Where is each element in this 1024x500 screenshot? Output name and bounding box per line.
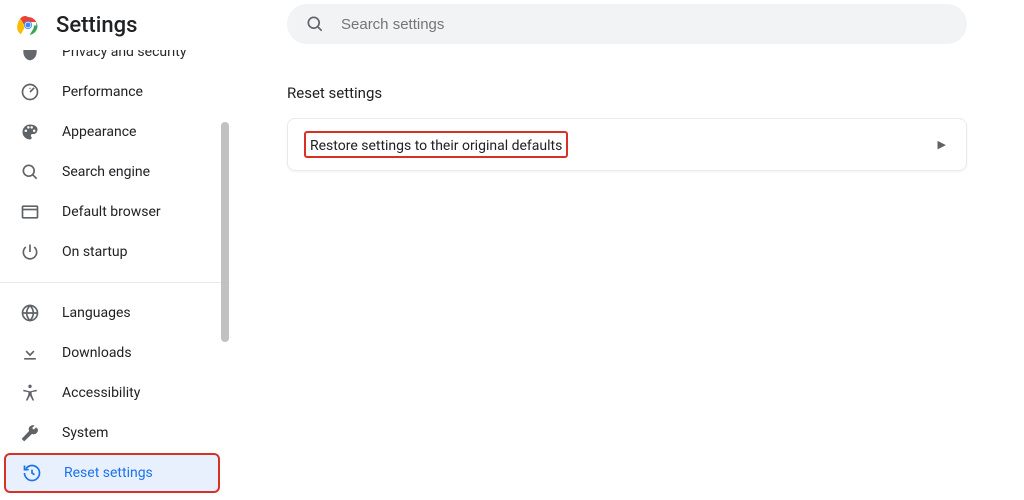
search-bar[interactable] xyxy=(287,4,967,44)
sidebar-item-label: Appearance xyxy=(62,124,136,140)
page-title: Settings xyxy=(56,13,137,38)
chrome-logo-icon xyxy=(16,13,40,37)
sidebar-item-accessibility[interactable]: Accessibility xyxy=(0,373,220,413)
sidebar-divider xyxy=(0,282,230,283)
sidebar-item-label: Languages xyxy=(62,305,131,321)
sidebar-item-on-startup[interactable]: On startup xyxy=(0,232,220,272)
globe-icon xyxy=(20,303,40,323)
sidebar-item-appearance[interactable]: Appearance xyxy=(0,112,220,152)
shield-icon xyxy=(20,50,40,62)
sidebar-item-label: Reset settings xyxy=(64,465,153,481)
main-content: Reset settings Restore settings to their… xyxy=(230,50,1024,500)
search-icon xyxy=(20,162,40,182)
restore-defaults-row[interactable]: Restore settings to their original defau… xyxy=(288,119,966,170)
download-icon xyxy=(20,343,40,363)
search-input[interactable] xyxy=(341,16,949,33)
browser-window-icon xyxy=(20,202,40,222)
sidebar-item-languages[interactable]: Languages xyxy=(0,293,220,333)
power-icon xyxy=(20,242,40,262)
sidebar-item-label: Search engine xyxy=(62,164,150,180)
sidebar-item-search-engine[interactable]: Search engine xyxy=(0,152,220,192)
sidebar-item-default-browser[interactable]: Default browser xyxy=(0,192,220,232)
section-title: Reset settings xyxy=(287,84,967,102)
sidebar-item-label: Accessibility xyxy=(62,385,140,401)
sidebar-scrollbar[interactable] xyxy=(218,50,230,482)
restore-defaults-highlight: Restore settings to their original defau… xyxy=(304,131,568,158)
sidebar-item-label: Performance xyxy=(62,84,143,100)
speedometer-icon xyxy=(20,82,40,102)
accessibility-icon xyxy=(20,383,40,403)
sidebar-scrollbar-thumb[interactable] xyxy=(221,122,229,342)
search-icon xyxy=(305,14,325,34)
sidebar-item-label: Default browser xyxy=(62,204,161,220)
sidebar-item-label: Privacy and security xyxy=(62,50,186,60)
sidebar-item-privacy-security[interactable]: Privacy and security xyxy=(0,50,220,72)
sidebar-item-system[interactable]: System xyxy=(0,413,220,453)
sidebar-item-label: System xyxy=(62,425,108,441)
sidebar-item-performance[interactable]: Performance xyxy=(0,72,220,112)
chevron-right-icon: ▶ xyxy=(938,138,946,151)
sidebar-item-label: On startup xyxy=(62,244,128,260)
reset-settings-card: Restore settings to their original defau… xyxy=(287,118,967,171)
sidebar-item-reset-settings[interactable]: Reset settings xyxy=(4,453,220,493)
wrench-icon xyxy=(20,423,40,443)
restore-icon xyxy=(22,463,42,483)
sidebar: Privacy and security Performance Appeara… xyxy=(0,50,230,500)
sidebar-item-downloads[interactable]: Downloads xyxy=(0,333,220,373)
palette-icon xyxy=(20,122,40,142)
sidebar-item-label: Downloads xyxy=(62,345,132,361)
restore-defaults-label: Restore settings to their original defau… xyxy=(310,138,562,154)
